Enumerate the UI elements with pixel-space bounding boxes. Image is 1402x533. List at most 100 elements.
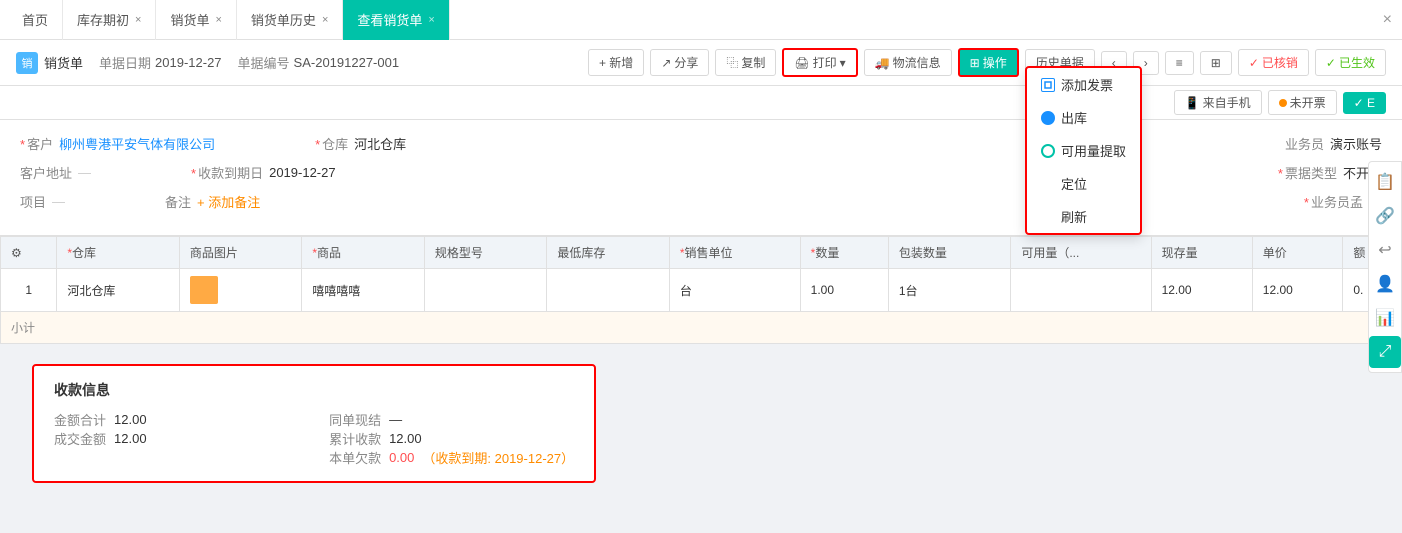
- add-invoice-icon: [1041, 78, 1055, 92]
- tab-close-history[interactable]: ×: [322, 14, 328, 26]
- confirm-button[interactable]: ✓ E: [1343, 92, 1386, 114]
- doc-type-icon: 销: [16, 52, 38, 74]
- tab-home[interactable]: 首页: [8, 0, 63, 40]
- menu-item-available-extract[interactable]: 可用量提取: [1027, 134, 1140, 167]
- print-dropdown-arrow: ▾: [840, 56, 846, 70]
- row-product: 嘻嘻嘻嘻: [302, 269, 425, 312]
- status-dot-orange: [1279, 99, 1287, 107]
- available-extract-icon: [1041, 144, 1055, 158]
- right-sidebar: 📋 🔗 ↩ 👤 📊 ⤢: [1368, 161, 1402, 373]
- doc-number-field: 单据编号 SA-20191227-001: [238, 53, 400, 72]
- project-label: 项目: [20, 192, 46, 211]
- table-row: 1 河北仓库 嘻嘻嘻嘻 台 1.00 1台 12.00 12.00 0.: [1, 269, 1402, 312]
- print-icon: 🖨: [794, 56, 809, 70]
- form-row-2: 客户地址 — 收款到期日 2019-12-27 票据类型 不开票: [20, 163, 1382, 182]
- row-quantity: 1.00: [800, 269, 888, 312]
- tab-close-sales[interactable]: ×: [215, 14, 221, 26]
- subtotal-label: 小计: [1, 312, 1402, 344]
- products-table: ⚙ *仓库 商品图片 *商品 规格型号 最低库存 *销售单位 *数量 包装数量 …: [0, 236, 1402, 344]
- add-note-button[interactable]: 添加备注: [197, 192, 260, 211]
- row-num: 1: [1, 269, 57, 312]
- row-warehouse: 河北仓库: [57, 269, 180, 312]
- payment-info-box: 收款信息 金额合计 12.00 成交金额 12.00 同单现结 —: [32, 364, 596, 483]
- form-area: 客户 柳州粤港平安气体有限公司 仓库 河北仓库 业务员 演示账号 客户地址 — …: [0, 120, 1402, 236]
- customer-value[interactable]: 柳州粤港平安气体有限公司: [59, 134, 215, 153]
- menu-item-refresh[interactable]: 刷新: [1027, 200, 1140, 233]
- staff2-label: 业务员孟: [1304, 192, 1363, 211]
- sidebar-icon-3[interactable]: ↩: [1369, 234, 1401, 266]
- doc-header: 销 销货单 单据日期 2019-12-27 单据编号 SA-20191227-0…: [0, 40, 1402, 86]
- not-opened-button[interactable]: 未开票: [1268, 90, 1337, 115]
- col-spec: 规格型号: [424, 237, 547, 269]
- addr-value: —: [78, 165, 91, 180]
- due-date-field: 收款到期日 2019-12-27: [191, 163, 336, 182]
- view-list-button[interactable]: ≡: [1165, 51, 1194, 75]
- row-spec: [424, 269, 547, 312]
- phone-icon: 📱: [1185, 96, 1200, 110]
- menu-item-add-invoice[interactable]: 添加发票: [1027, 68, 1140, 101]
- warehouse-field: 仓库 河北仓库: [315, 134, 406, 153]
- customer-label: 客户: [20, 134, 53, 153]
- col-quantity: *数量: [800, 237, 888, 269]
- info-right-col: 同单现结 — 累计收款 12.00 本单欠款 0.00 （收款到期: 2019-…: [329, 410, 574, 467]
- transaction-amount-row: 成交金额 12.00: [54, 429, 299, 448]
- tab-inventory-init[interactable]: 库存期初 ×: [63, 0, 156, 40]
- col-min-stock: 最低库存: [547, 237, 670, 269]
- note-label: 备注: [165, 192, 191, 211]
- warehouse-label: 仓库: [315, 134, 348, 153]
- doc-actions: + 新增 ↗ 分享 ⿻ 复制 🖨 打印 ▾ 🚚 物流信息 ⊞ 操作: [588, 48, 1386, 77]
- col-pack-qty: 包装数量: [888, 237, 1011, 269]
- sidebar-icon-4[interactable]: 👤: [1369, 268, 1401, 300]
- staff-value: 演示账号: [1330, 134, 1382, 153]
- note-field: 备注 添加备注: [165, 192, 260, 211]
- effective-icon: ✓: [1326, 56, 1336, 70]
- sidebar-icon-1[interactable]: 📋: [1369, 166, 1401, 198]
- tab-sales-history[interactable]: 销货单历史 ×: [237, 0, 343, 40]
- menu-item-outbound[interactable]: 出库: [1027, 101, 1140, 134]
- staff-label: 业务员: [1285, 134, 1324, 153]
- tab-view-sales[interactable]: 查看销货单 ×: [343, 0, 449, 40]
- doc-meta: 单据日期 2019-12-27 单据编号 SA-20191227-001: [99, 53, 399, 72]
- ticket-type-field: 票据类型 不开票: [1278, 163, 1382, 182]
- project-field: 项目 —: [20, 192, 65, 211]
- menu-item-locate[interactable]: 定位: [1027, 167, 1140, 200]
- check-icon: ✓: [1249, 56, 1259, 70]
- subtotal-row: 小计: [1, 312, 1402, 344]
- window-close-button[interactable]: ×: [1383, 11, 1392, 29]
- cancel-status-button[interactable]: ✓ 已核销: [1238, 49, 1309, 76]
- table-wrapper: ⚙ *仓库 商品图片 *商品 规格型号 最低库存 *销售单位 *数量 包装数量 …: [0, 236, 1402, 344]
- operate-dropdown-menu: 添加发票 出库 可用量提取 定位 刷新: [1025, 66, 1142, 235]
- row-stock: 12.00: [1151, 269, 1252, 312]
- effective-status-button[interactable]: ✓ 已生效: [1315, 49, 1386, 76]
- tab-close-view[interactable]: ×: [428, 14, 434, 26]
- row-sales-unit: 台: [669, 269, 800, 312]
- tab-bar: 首页 库存期初 × 销货单 × 销货单历史 × 查看销货单 × ×: [0, 0, 1402, 40]
- col-unit-price: 单价: [1252, 237, 1343, 269]
- col-warehouse: *仓库: [57, 237, 180, 269]
- new-button[interactable]: + 新增: [588, 49, 644, 76]
- share-icon: ↗: [661, 56, 671, 70]
- sidebar-icon-5[interactable]: 📊: [1369, 302, 1401, 334]
- operate-button[interactable]: ⊞ 操作: [958, 48, 1019, 77]
- tab-sales-order[interactable]: 销货单 ×: [156, 0, 236, 40]
- doc-date-field: 单据日期 2019-12-27: [99, 53, 222, 72]
- due-date-value: 2019-12-27: [269, 165, 336, 180]
- row-unit-price: 12.00: [1252, 269, 1343, 312]
- same-order-settlement-row: 同单现结 —: [329, 410, 574, 429]
- sidebar-icon-2[interactable]: 🔗: [1369, 200, 1401, 232]
- addr-label: 客户地址: [20, 163, 72, 182]
- view-grid-button[interactable]: ⊞: [1200, 51, 1232, 75]
- print-button[interactable]: 🖨 打印 ▾: [782, 48, 857, 77]
- form-row-3: 项目 — 备注 添加备注 业务员孟 —: [20, 192, 1382, 211]
- sidebar-icon-expand[interactable]: ⤢: [1369, 336, 1401, 368]
- col-sales-unit: *销售单位: [669, 237, 800, 269]
- logistics-button[interactable]: 🚚 物流信息: [864, 49, 952, 76]
- cumulative-receipt-row: 累计收款 12.00: [329, 429, 574, 448]
- tab-close-inventory[interactable]: ×: [135, 14, 141, 26]
- share-button[interactable]: ↗ 分享: [650, 49, 709, 76]
- balance-due-row: 本单欠款 0.00 （收款到期: 2019-12-27）: [329, 448, 574, 467]
- copy-icon: ⿻: [726, 54, 738, 71]
- copy-button[interactable]: ⿻ 复制: [715, 49, 776, 76]
- row-pack-qty: 1台: [888, 269, 1011, 312]
- from-phone-button[interactable]: 📱 来自手机: [1174, 90, 1262, 115]
